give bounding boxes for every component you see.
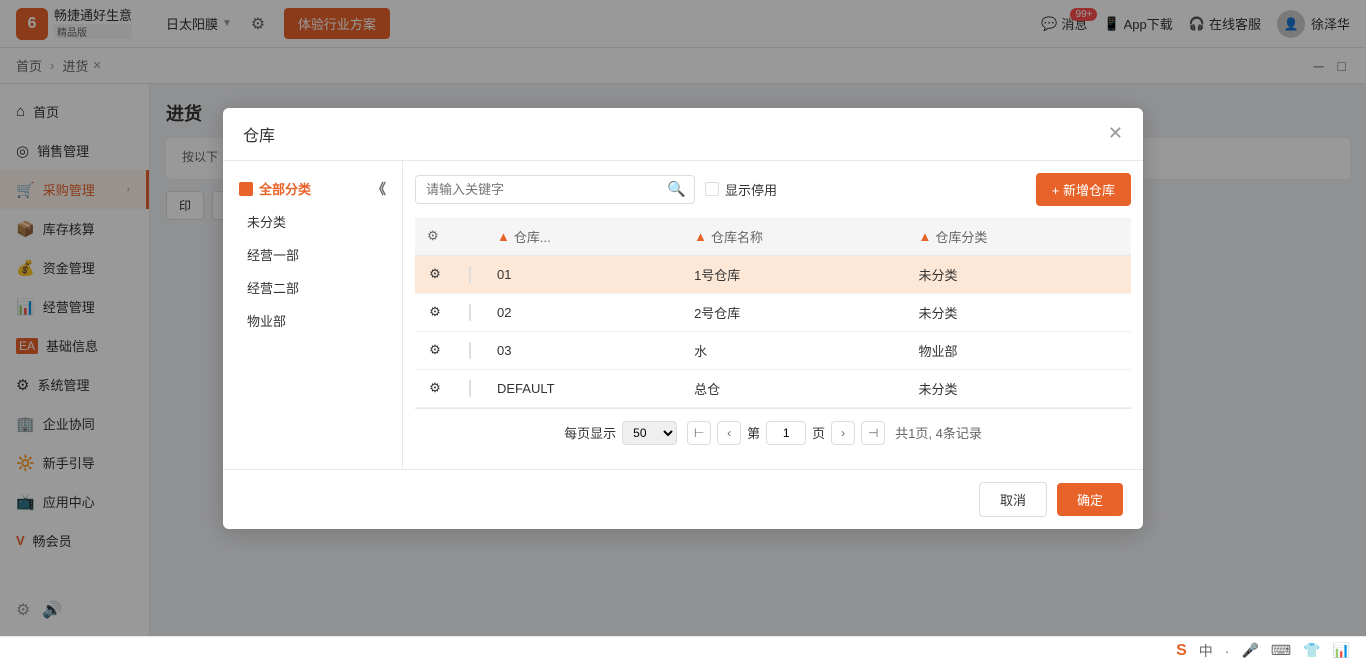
category-panel: 全部分类 《 未分类 经营一部 经营二部 物业部: [223, 161, 403, 469]
row-category-1: 未分类: [907, 255, 1131, 293]
sort-icon-cat: ▲: [919, 229, 932, 244]
category-item-dept1[interactable]: 经营一部: [231, 238, 394, 271]
row-category-3: 物业部: [907, 331, 1131, 369]
show-disabled-label: 显示停用: [725, 180, 777, 199]
page-unit: 页: [812, 423, 825, 442]
row-gear-2[interactable]: ⚙: [415, 293, 455, 331]
status-icon-mic[interactable]: 🎤: [1241, 642, 1258, 659]
table-row[interactable]: ⚙ 02 2号仓库 未分类: [415, 293, 1131, 331]
row-code-3: 03: [485, 331, 682, 369]
status-icon-zh[interactable]: 中: [1199, 641, 1213, 661]
cancel-button[interactable]: 取消: [979, 482, 1047, 517]
sort-icon-name: ▲: [694, 229, 707, 244]
row-check-3[interactable]: [455, 331, 485, 369]
category-item-property[interactable]: 物业部: [231, 304, 394, 337]
sort-asc-icon: ▲: [497, 229, 510, 244]
search-input-wrap: 🔍: [415, 175, 695, 204]
last-page-button[interactable]: ⊣: [861, 421, 885, 445]
row-check-2[interactable]: [455, 293, 485, 331]
row-gear-1[interactable]: ⚙: [415, 255, 455, 293]
confirm-button[interactable]: 确定: [1057, 483, 1123, 516]
table-row[interactable]: ⚙ 01 1号仓库 未分类: [415, 255, 1131, 293]
per-page-select[interactable]: 50 20 100: [622, 421, 677, 445]
modal-overlay: 仓库 ✕ 全部分类 《 未分类 经营一部 经营二部: [0, 0, 1366, 636]
search-input[interactable]: [416, 176, 659, 203]
all-categories-label: 全部分类: [259, 179, 311, 198]
row-gear-4[interactable]: ⚙: [415, 369, 455, 407]
collapse-icon[interactable]: 《: [372, 179, 386, 199]
col-header-settings: ⚙: [415, 218, 455, 256]
warehouse-table: ⚙ ▲ 仓库... ▲: [415, 218, 1131, 408]
col-header-code: ▲ 仓库...: [485, 218, 682, 256]
status-bar: S 中 · 🎤 ⌨ 👕 📊: [0, 636, 1366, 664]
table-row[interactable]: ⚙ 03 水 物业部: [415, 331, 1131, 369]
search-icon: 🔍: [659, 180, 694, 198]
modal-close-icon[interactable]: ✕: [1108, 123, 1123, 144]
col-header-name: ▲ 仓库名称: [682, 218, 906, 256]
grid-icon: [239, 182, 253, 196]
search-bar: 🔍 显示停用 + 新增仓库: [415, 173, 1131, 206]
table-row[interactable]: ⚙ DEFAULT 总仓 未分类: [415, 369, 1131, 407]
row-category-4: 未分类: [907, 369, 1131, 407]
prev-page-button[interactable]: ‹: [717, 421, 741, 445]
status-icon-dot[interactable]: ·: [1225, 643, 1230, 659]
page-number-input[interactable]: [766, 421, 806, 445]
pagination: 每页显示 50 20 100 ⊢ ‹ 第 页 ›: [415, 408, 1131, 457]
status-icon-s: S: [1176, 642, 1187, 660]
total-info: 共1页, 4条记录: [895, 423, 982, 442]
row-code-1: 01: [485, 255, 682, 293]
status-icon-keyboard[interactable]: ⌨: [1271, 642, 1291, 659]
modal-body: 全部分类 《 未分类 经营一部 经营二部 物业部: [223, 161, 1143, 469]
status-icon-shirt[interactable]: 👕: [1303, 642, 1320, 659]
per-page-label: 每页显示: [564, 423, 616, 442]
col-header-category: ▲ 仓库分类: [907, 218, 1131, 256]
row-gear-3[interactable]: ⚙: [415, 331, 455, 369]
row-code-2: 02: [485, 293, 682, 331]
per-page-section: 每页显示 50 20 100: [564, 421, 677, 445]
status-icon-chart[interactable]: 📊: [1333, 642, 1350, 659]
row-name-4: 总仓: [682, 369, 906, 407]
modal-header: 仓库 ✕: [223, 108, 1143, 161]
row-code-4: DEFAULT: [485, 369, 682, 407]
data-panel: 🔍 显示停用 + 新增仓库 ⚙: [403, 161, 1143, 469]
row-name-2: 2号仓库: [682, 293, 906, 331]
table-header: ⚙ ▲ 仓库... ▲: [415, 218, 1131, 256]
row-check-4[interactable]: [455, 369, 485, 407]
row-name-1: 1号仓库: [682, 255, 906, 293]
category-item-unclassified[interactable]: 未分类: [231, 205, 394, 238]
first-page-button[interactable]: ⊢: [687, 421, 711, 445]
disabled-checkbox[interactable]: [705, 182, 719, 196]
next-page-button[interactable]: ›: [831, 421, 855, 445]
row-name-3: 水: [682, 331, 906, 369]
table-body: ⚙ 01 1号仓库 未分类 ⚙ 02 2号仓库: [415, 255, 1131, 407]
col-header-check: [455, 218, 485, 256]
page-nav: ⊢ ‹ 第 页 › ⊣: [687, 421, 885, 445]
modal-footer: 取消 确定: [223, 469, 1143, 529]
row-category-2: 未分类: [907, 293, 1131, 331]
show-disabled-checkbox[interactable]: 显示停用: [705, 180, 777, 199]
all-categories-item[interactable]: 全部分类 《: [231, 173, 394, 205]
modal-title: 仓库: [243, 122, 275, 146]
row-check-1[interactable]: [455, 255, 485, 293]
table-container: ⚙ ▲ 仓库... ▲: [415, 218, 1131, 408]
warehouse-modal: 仓库 ✕ 全部分类 《 未分类 经营一部 经营二部: [223, 108, 1143, 529]
category-item-dept2[interactable]: 经营二部: [231, 271, 394, 304]
add-warehouse-button[interactable]: + 新增仓库: [1036, 173, 1131, 206]
page-label: 第: [747, 423, 760, 442]
